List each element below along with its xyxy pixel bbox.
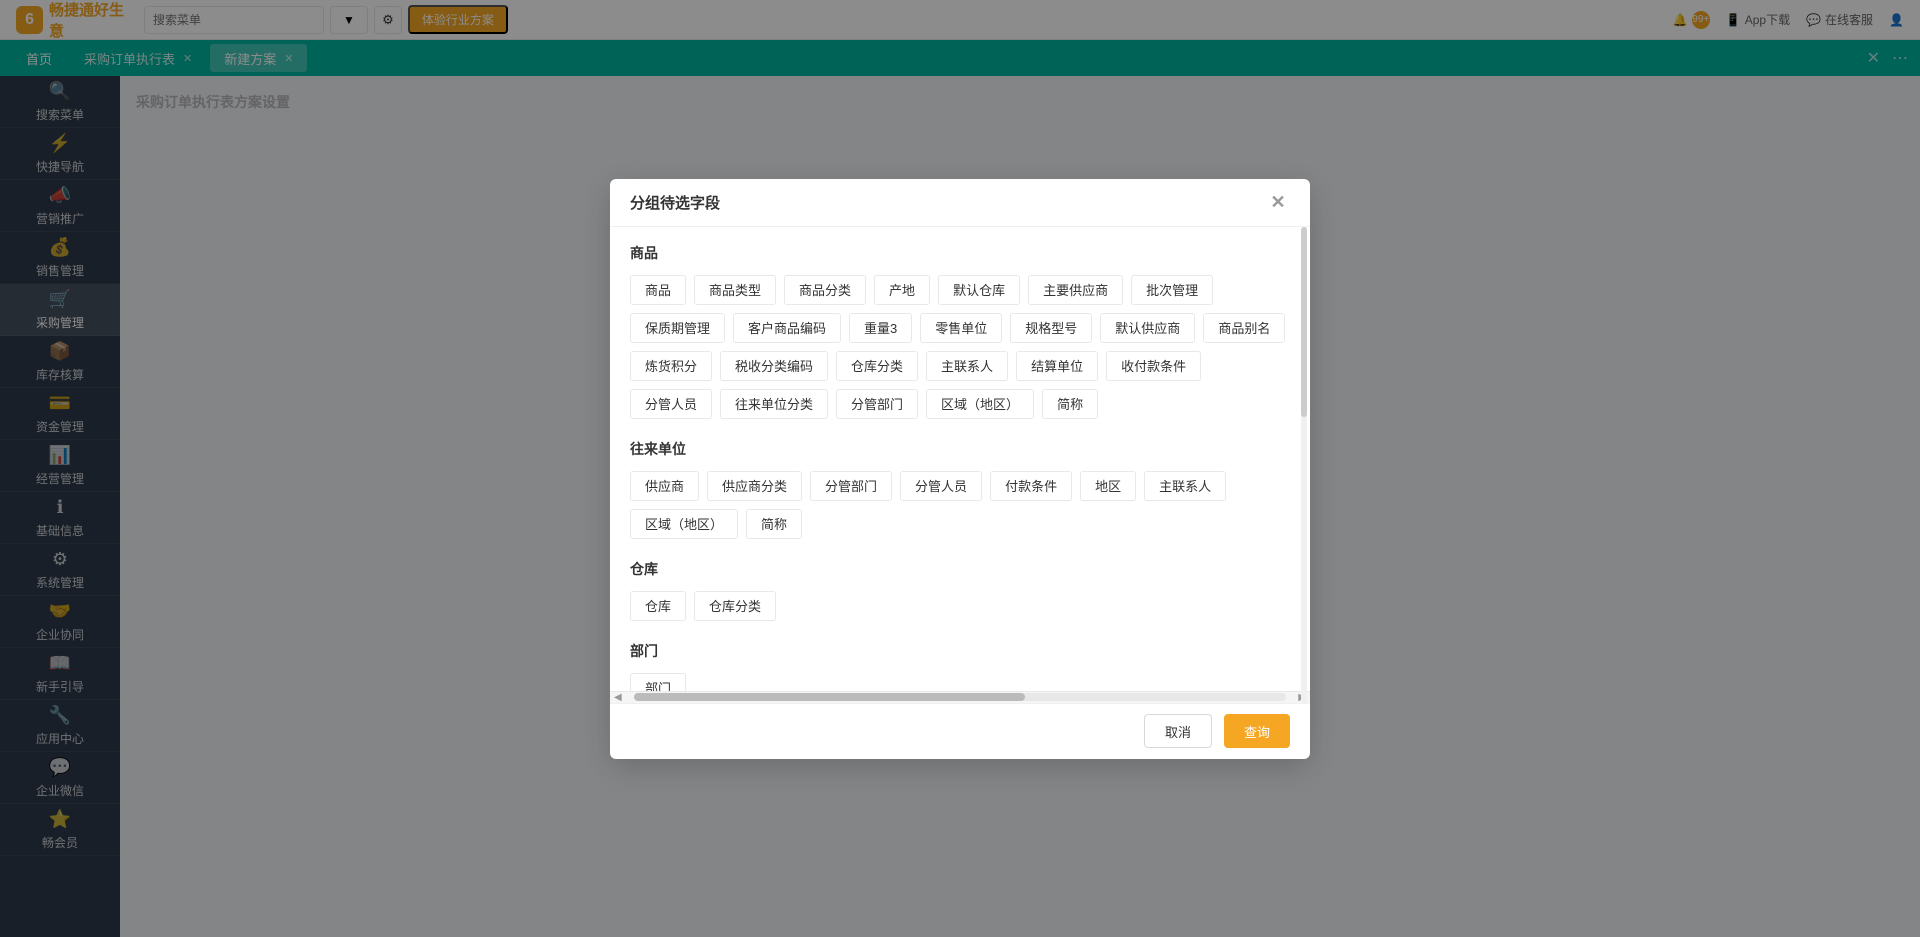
field-tag[interactable]: 默认供应商	[1100, 313, 1195, 343]
field-tag[interactable]: 主联系人	[1144, 471, 1226, 501]
field-tag[interactable]: 规格型号	[1010, 313, 1092, 343]
section-warehouse: 仓库 仓库 仓库分类	[630, 559, 1290, 621]
field-tag[interactable]: 简称	[746, 509, 802, 539]
field-tag[interactable]: 税收分类编码	[720, 351, 828, 381]
h-scroll-right[interactable]: ▶	[1294, 692, 1310, 703]
field-tag[interactable]: 往来单位分类	[720, 389, 828, 419]
field-select-modal: 分组待选字段 ✕ 商品 商品 商品类型 商品分类 产地 默认仓库 主要供应商 批…	[610, 179, 1310, 759]
field-tag[interactable]: 分管人员	[900, 471, 982, 501]
field-tag[interactable]: 零售单位	[920, 313, 1002, 343]
h-scroll-left[interactable]: ◀	[610, 692, 626, 703]
modal-close-btn[interactable]: ✕	[1266, 190, 1290, 214]
field-tag[interactable]: 供应商分类	[707, 471, 802, 501]
section-department-title: 部门	[630, 641, 1290, 661]
section-product: 商品 商品 商品类型 商品分类 产地 默认仓库 主要供应商 批次管理 保质期管理…	[630, 243, 1290, 419]
section-product-title: 商品	[630, 243, 1290, 263]
section-contact-fields: 供应商 供应商分类 分管部门 分管人员 付款条件 地区 主联系人 区域（地区） …	[630, 471, 1290, 539]
field-tag[interactable]: 付款条件	[990, 471, 1072, 501]
modal-overlay: 分组待选字段 ✕ 商品 商品 商品类型 商品分类 产地 默认仓库 主要供应商 批…	[0, 0, 1920, 937]
modal-header: 分组待选字段 ✕	[610, 179, 1310, 227]
confirm-button[interactable]: 查询	[1224, 714, 1290, 748]
field-tag[interactable]: 商品类型	[694, 275, 776, 305]
field-tag[interactable]: 仓库分类	[836, 351, 918, 381]
field-tag[interactable]: 仓库	[630, 591, 686, 621]
field-tag[interactable]: 客户商品编码	[733, 313, 841, 343]
modal-footer: 取消 查询	[610, 703, 1310, 759]
section-warehouse-title: 仓库	[630, 559, 1290, 579]
section-contact: 往来单位 供应商 供应商分类 分管部门 分管人员 付款条件 地区 主联系人 区域…	[630, 439, 1290, 539]
section-warehouse-fields: 仓库 仓库分类	[630, 591, 1290, 621]
field-tag[interactable]: 分管部门	[810, 471, 892, 501]
field-tag[interactable]: 区域（地区）	[630, 509, 738, 539]
field-tag[interactable]: 炼货积分	[630, 351, 712, 381]
field-tag[interactable]: 结算单位	[1016, 351, 1098, 381]
section-contact-title: 往来单位	[630, 439, 1290, 459]
cancel-button[interactable]: 取消	[1144, 714, 1212, 748]
modal-h-scrollbar[interactable]: ◀ ▶	[610, 691, 1310, 703]
field-tag[interactable]: 商品别名	[1203, 313, 1285, 343]
field-tag[interactable]: 商品	[630, 275, 686, 305]
field-tag[interactable]: 产地	[874, 275, 930, 305]
section-department-fields: 部门	[630, 673, 1290, 691]
field-tag[interactable]: 重量3	[849, 313, 912, 343]
field-tag[interactable]: 区域（地区）	[926, 389, 1034, 419]
modal-title: 分组待选字段	[630, 192, 720, 213]
field-tag[interactable]: 仓库分类	[694, 591, 776, 621]
section-product-fields: 商品 商品类型 商品分类 产地 默认仓库 主要供应商 批次管理 保质期管理 客户…	[630, 275, 1290, 419]
field-tag[interactable]: 地区	[1080, 471, 1136, 501]
h-scrollbar-thumb	[634, 693, 1026, 701]
field-tag[interactable]: 分管部门	[836, 389, 918, 419]
field-tag[interactable]: 主要供应商	[1028, 275, 1123, 305]
modal-body[interactable]: 商品 商品 商品类型 商品分类 产地 默认仓库 主要供应商 批次管理 保质期管理…	[610, 227, 1310, 691]
section-department: 部门 部门	[630, 641, 1290, 691]
field-tag[interactable]: 部门	[630, 673, 686, 691]
field-tag[interactable]: 默认仓库	[938, 275, 1020, 305]
field-tag[interactable]: 分管人员	[630, 389, 712, 419]
field-tag[interactable]: 商品分类	[784, 275, 866, 305]
field-tag[interactable]: 主联系人	[926, 351, 1008, 381]
field-tag[interactable]: 批次管理	[1131, 275, 1213, 305]
field-tag[interactable]: 保质期管理	[630, 313, 725, 343]
h-scrollbar-track[interactable]	[634, 693, 1287, 701]
field-tag[interactable]: 供应商	[630, 471, 699, 501]
field-tag[interactable]: 收付款条件	[1106, 351, 1201, 381]
field-tag[interactable]: 简称	[1042, 389, 1098, 419]
